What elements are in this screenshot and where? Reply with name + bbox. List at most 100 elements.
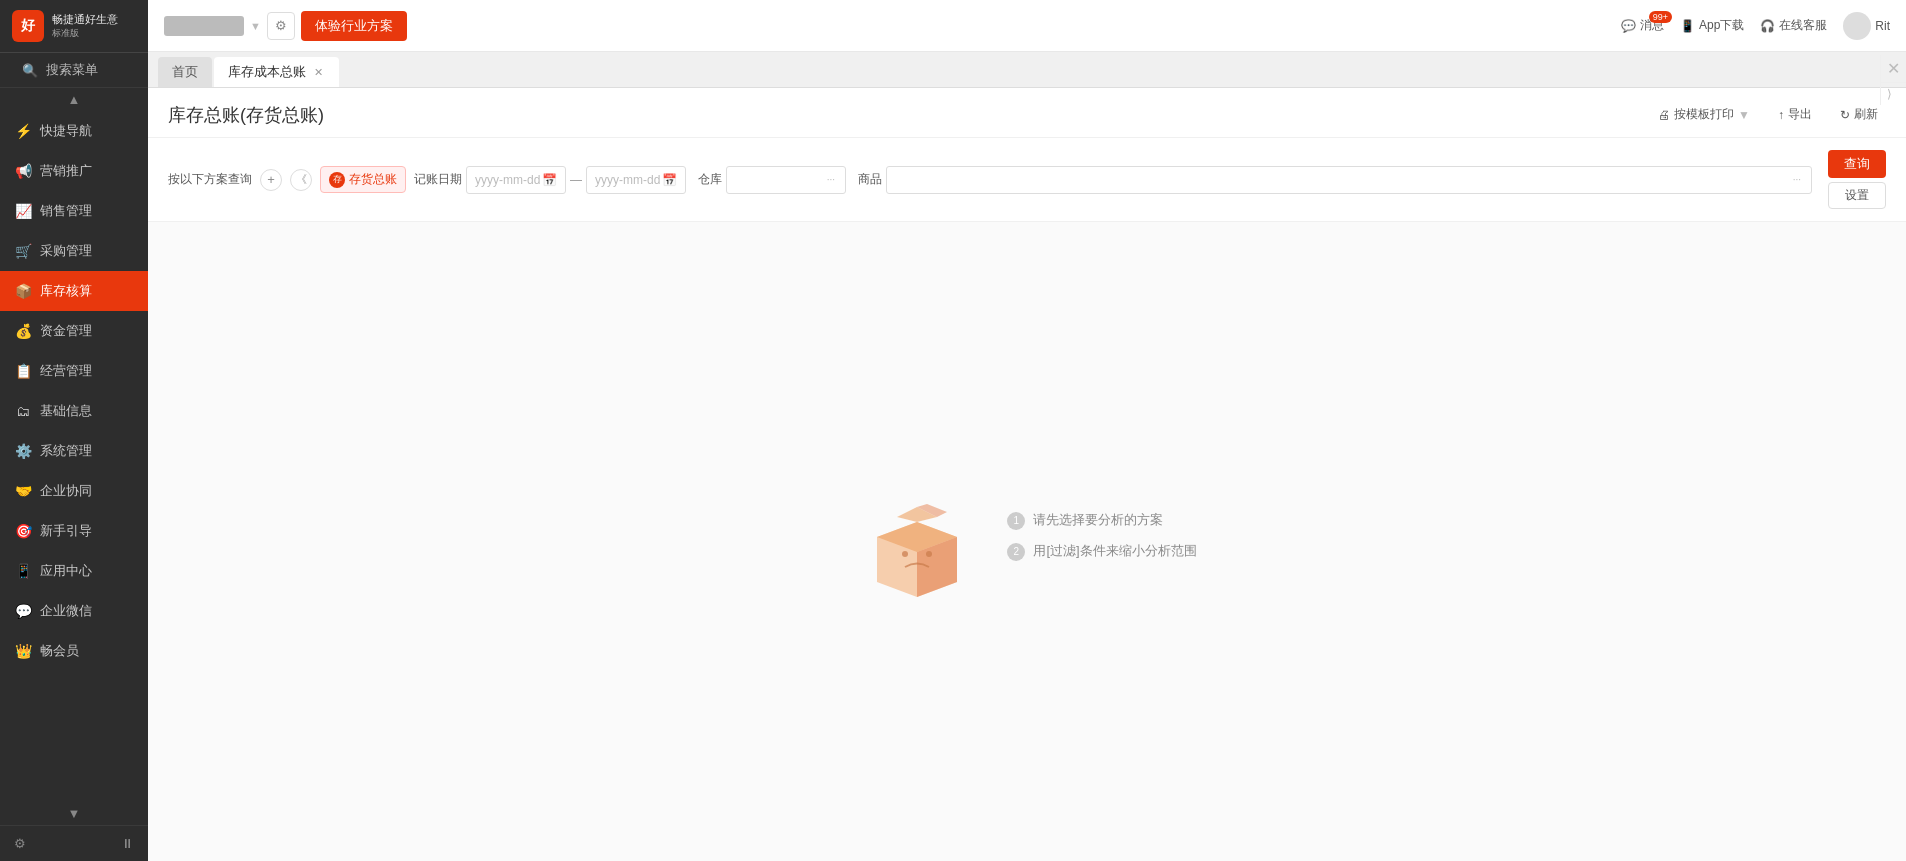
sidebar-item-quick-nav[interactable]: ⚡ 快捷导航	[0, 111, 148, 151]
tab-inventory-cost[interactable]: 库存成本总账 ✕	[214, 57, 339, 87]
avatar	[1843, 12, 1871, 40]
app-download-btn[interactable]: 📱 App下载	[1680, 17, 1744, 34]
filter-label: 按以下方案查询	[168, 171, 252, 188]
purchase-icon: 🛒	[14, 242, 32, 260]
app-download-label: App下载	[1699, 17, 1744, 34]
calendar-end-icon: 📅	[662, 173, 677, 187]
goods-field-label: 商品	[858, 171, 882, 188]
sidebar-item-enterprise[interactable]: 🤝 企业协同	[0, 471, 148, 511]
calendar-start-icon: 📅	[542, 173, 557, 187]
sidebar-nav: ⚡ 快捷导航 📢 营销推广 📈 销售管理 🛒 采购管理 📦 库存核算 💰 资金管…	[0, 111, 148, 802]
date-end-placeholder: yyyy-mm-dd	[595, 173, 660, 187]
goods-select[interactable]: ···	[886, 166, 1812, 194]
filter-row: 存 存货总账 记账日期 yyyy-mm-dd 📅 — yyyy-mm-dd	[320, 166, 1812, 194]
sidebar-item-system[interactable]: ⚙️ 系统管理	[0, 431, 148, 471]
sidebar-footer: ⚙ ⏸	[0, 825, 148, 861]
sales-icon: 📈	[14, 202, 32, 220]
query-btn[interactable]: 查询	[1828, 150, 1886, 178]
export-btn[interactable]: ↑ 导出	[1770, 102, 1820, 127]
scroll-up-btn[interactable]: ▲	[0, 88, 148, 111]
sidebar-item-label: 畅会员	[40, 642, 79, 660]
export-label: 导出	[1788, 106, 1812, 123]
sidebar-item-app-center[interactable]: 📱 应用中心	[0, 551, 148, 591]
date-field-group: 记账日期 yyyy-mm-dd 📅 — yyyy-mm-dd 📅	[414, 166, 686, 194]
filter-settings-btn[interactable]: 设置	[1828, 182, 1886, 209]
scroll-down-btn[interactable]: ▼	[0, 802, 148, 825]
date-end-input[interactable]: yyyy-mm-dd 📅	[586, 166, 686, 194]
print-dropdown-icon[interactable]: ▼	[1738, 108, 1750, 122]
date-start-input[interactable]: yyyy-mm-dd 📅	[466, 166, 566, 194]
sidebar-item-label: 采购管理	[40, 242, 92, 260]
app-edition: 标准版	[52, 27, 118, 40]
sidebar-item-wechat[interactable]: 💬 企业微信	[0, 591, 148, 631]
sidebar-item-label: 快捷导航	[40, 122, 92, 140]
warehouse-select[interactable]: ···	[726, 166, 846, 194]
filter-fields: 记账日期 yyyy-mm-dd 📅 — yyyy-mm-dd 📅	[414, 166, 1812, 194]
sidebar-item-label: 企业协同	[40, 482, 92, 500]
sidebar-item-inventory[interactable]: 📦 库存核算	[0, 271, 148, 311]
sidebar: 好 畅捷通好生意 标准版 🔍 搜索菜单 ▲ ⚡ 快捷导航 📢 营销推广 📈 销售…	[0, 0, 148, 861]
tab-home[interactable]: 首页	[158, 57, 212, 87]
tab-close-btn[interactable]: ✕	[312, 66, 325, 79]
sidebar-item-label: 销售管理	[40, 202, 92, 220]
sidebar-item-basic[interactable]: 🗂 基础信息	[0, 391, 148, 431]
hint-item-1: 1 请先选择要分析的方案	[1007, 511, 1196, 530]
inventory-icon: 📦	[14, 282, 32, 300]
system-icon: ⚙️	[14, 442, 32, 460]
sidebar-item-purchase[interactable]: 🛒 采购管理	[0, 231, 148, 271]
settings-gear-btn[interactable]: ⚙	[267, 12, 295, 40]
settings-icon[interactable]: ⚙	[14, 836, 26, 851]
empty-hints: 1 请先选择要分析的方案 2 用[过滤]条件来缩小分析范围	[1007, 511, 1196, 573]
breadcrumb: ▼ ⚙ 体验行业方案	[164, 11, 1611, 41]
page-header: 库存总账(存货总账) 🖨 按模板打印 ▼ ↑ 导出 ↻ 刷新 ✕ ⟩	[148, 88, 1906, 138]
basic-icon: 🗂	[14, 402, 32, 420]
sidebar-item-operation[interactable]: 📋 经营管理	[0, 351, 148, 391]
hint-text-2: 用[过滤]条件来缩小分析范围	[1033, 542, 1196, 560]
industry-btn[interactable]: 体验行业方案	[301, 11, 407, 41]
filter-bar: 按以下方案查询 + 《 存 存货总账 记账日期 yyyy-mm-dd 📅	[148, 138, 1906, 222]
svg-point-5	[902, 551, 908, 557]
hint-num-1: 1	[1007, 512, 1025, 530]
tab-inventory-cost-label: 库存成本总账	[228, 63, 306, 81]
search-menu-label: 搜索菜单	[46, 61, 98, 79]
sidebar-item-member[interactable]: 👑 畅会员	[0, 631, 148, 671]
sidebar-item-label: 企业微信	[40, 602, 92, 620]
messages-btn[interactable]: 💬 消息 99+	[1621, 17, 1664, 34]
user-info[interactable]: Rit	[1843, 12, 1890, 40]
scheme-name: 存货总账	[349, 171, 397, 188]
enterprise-icon: 🤝	[14, 482, 32, 500]
marketing-icon: 📢	[14, 162, 32, 180]
content-area: 库存总账(存货总账) 🖨 按模板打印 ▼ ↑ 导出 ↻ 刷新 ✕ ⟩	[148, 88, 1906, 861]
print-btn[interactable]: 🖨 按模板打印 ▼	[1650, 102, 1758, 127]
filter-add-btn[interactable]: +	[260, 169, 282, 191]
home-tab-label: 首页	[172, 63, 198, 81]
goods-field-group: 商品 ···	[858, 166, 1812, 194]
sidebar-item-label: 应用中心	[40, 562, 92, 580]
warehouse-field-group: 仓库 ···	[698, 166, 846, 194]
panel-expand-icon[interactable]: ⟩	[1880, 88, 1906, 105]
audio-icon[interactable]: ⏸	[121, 836, 134, 851]
page-actions: 🖨 按模板打印 ▼ ↑ 导出 ↻ 刷新 ✕ ⟩	[1650, 102, 1886, 127]
filter-buttons: 查询 设置	[1828, 150, 1886, 209]
sidebar-item-marketing[interactable]: 📢 营销推广	[0, 151, 148, 191]
filter-collapse-btn[interactable]: 《	[290, 169, 312, 191]
sidebar-item-newbie[interactable]: 🎯 新手引导	[0, 511, 148, 551]
more-icon: ···	[827, 174, 835, 185]
user-name: Rit	[1875, 19, 1890, 33]
member-icon: 👑	[14, 642, 32, 660]
search-menu[interactable]: 🔍 搜索菜单	[0, 53, 148, 88]
date-separator: —	[570, 173, 582, 187]
message-icon: 💬	[1621, 19, 1636, 33]
chevron-up-icon: ▲	[68, 92, 81, 107]
sidebar-item-sales[interactable]: 📈 销售管理	[0, 191, 148, 231]
refresh-btn[interactable]: ↻ 刷新	[1832, 102, 1886, 127]
filter-scheme-chip[interactable]: 存 存货总账	[320, 166, 406, 193]
page-title: 库存总账(存货总账)	[168, 103, 324, 127]
empty-content: 1 请先选择要分析的方案 2 用[过滤]条件来缩小分析范围	[857, 482, 1196, 602]
scheme-icon: 存	[329, 172, 345, 188]
sidebar-item-fund[interactable]: 💰 资金管理	[0, 311, 148, 351]
online-service-btn[interactable]: 🎧 在线客服	[1760, 17, 1827, 34]
sidebar-item-label: 基础信息	[40, 402, 92, 420]
sidebar-item-label: 新手引导	[40, 522, 92, 540]
fund-icon: 💰	[14, 322, 32, 340]
